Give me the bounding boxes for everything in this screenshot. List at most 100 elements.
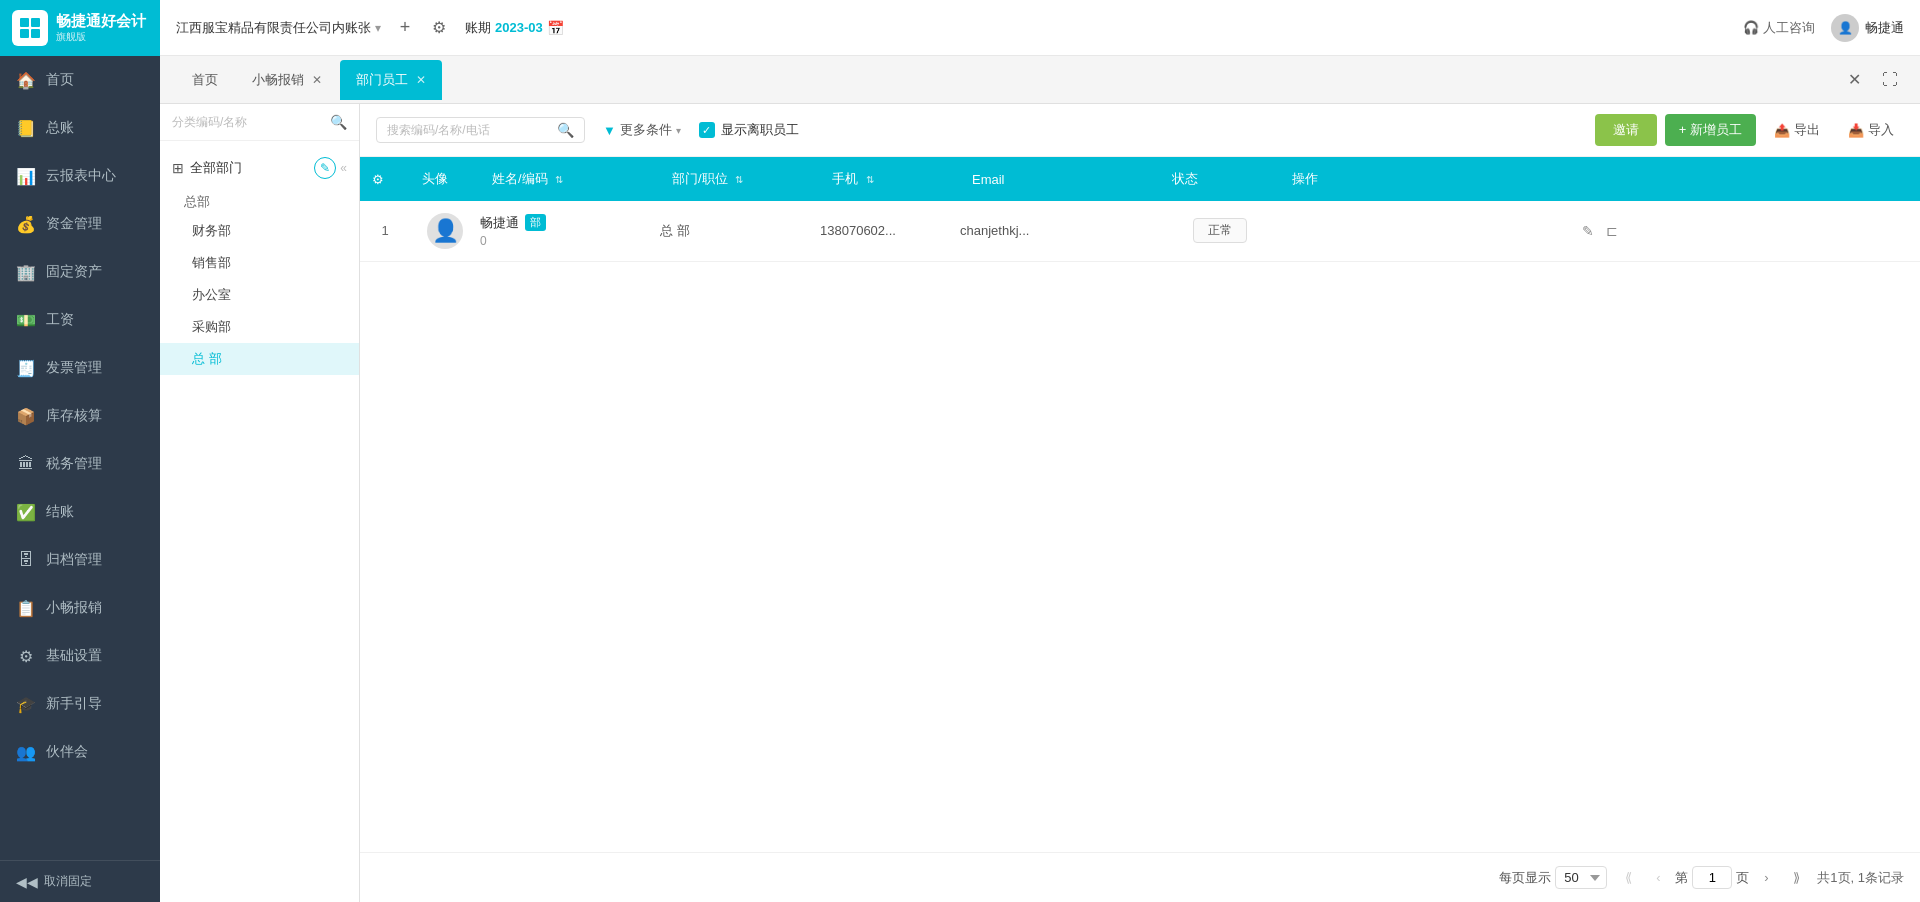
employee-table: ⚙ 头像 姓名/编码 ⇅ 部门/职位 ⇅ xyxy=(360,157,1920,262)
help-button[interactable]: 🎧 人工咨询 xyxy=(1743,19,1815,37)
cancel-pin-button[interactable]: ◀◀ 取消固定 xyxy=(16,873,144,890)
col-dept[interactable]: 部门/职位 ⇅ xyxy=(660,157,820,201)
avatar-person-icon: 👤 xyxy=(432,218,459,244)
tab-dept-close[interactable]: ✕ xyxy=(416,73,426,87)
calendar-icon[interactable]: 📅 xyxy=(547,20,564,36)
sidebar-item-new-guide[interactable]: 🎓 新手引导 xyxy=(0,680,160,728)
all-dept-item[interactable]: ⊞ 全部部门 ✎ « xyxy=(160,149,359,187)
last-page-button[interactable]: ⟫ xyxy=(1783,865,1809,891)
tab-expense-close[interactable]: ✕ xyxy=(312,73,322,87)
sidebar-item-tax[interactable]: 🏛 税务管理 xyxy=(0,440,160,488)
xiaochangbao-icon: 📋 xyxy=(16,598,36,618)
svg-rect-1 xyxy=(31,18,40,27)
sidebar-item-home[interactable]: 🏠 首页 xyxy=(0,56,160,104)
import-button[interactable]: 📥 导入 xyxy=(1838,115,1904,145)
col-name[interactable]: 姓名/编码 ⇅ xyxy=(480,157,660,201)
tab-dept-employee[interactable]: 部门员工 ✕ xyxy=(340,60,442,100)
invite-button[interactable]: 邀请 xyxy=(1595,114,1657,146)
sidebar-label-archive: 归档管理 xyxy=(46,551,102,569)
col-phone[interactable]: 手机 ⇅ xyxy=(820,157,960,201)
sidebar-item-capital[interactable]: 💰 资金管理 xyxy=(0,200,160,248)
sidebar-item-partners[interactable]: 👥 伙伴会 xyxy=(0,728,160,776)
dept-sort-icon: ⇅ xyxy=(735,174,743,185)
sidebar-item-reports[interactable]: 📊 云报表中心 xyxy=(0,152,160,200)
sidebar-item-fixed-assets[interactable]: 🏢 固定资产 xyxy=(0,248,160,296)
prev-page-button[interactable]: ‹ xyxy=(1645,865,1671,891)
dept-finance-label: 财务部 xyxy=(192,223,231,238)
sidebar-item-checkout[interactable]: ✅ 结账 xyxy=(0,488,160,536)
user-name: 畅捷通 xyxy=(1865,19,1904,37)
sidebar-label-reports: 云报表中心 xyxy=(46,167,116,185)
add-employee-button[interactable]: + 新增员工 xyxy=(1665,114,1756,146)
export-button[interactable]: 📤 导出 xyxy=(1764,115,1830,145)
sidebar-item-basic-settings[interactable]: ⚙ 基础设置 xyxy=(0,632,160,680)
sidebar-footer: ◀◀ 取消固定 xyxy=(0,860,160,902)
resigned-label: 显示离职员工 xyxy=(721,121,799,139)
grid-icon: ⊞ xyxy=(172,160,184,176)
col-email: Email xyxy=(960,157,1160,201)
employee-search-icon[interactable]: 🔍 xyxy=(557,122,574,138)
page-size-area: 每页显示 50 100 200 xyxy=(1499,866,1607,889)
more-filter-button[interactable]: ▼ 更多条件 ▾ xyxy=(593,116,691,144)
row-name-cell: 畅捷通 部 0 xyxy=(480,201,660,261)
tab-bar: 首页 小畅报销 ✕ 部门员工 ✕ ✕ ⛶ xyxy=(160,56,1920,104)
logo-icon xyxy=(12,10,48,46)
first-page-button[interactable]: ⟪ xyxy=(1615,865,1641,891)
page-size-select[interactable]: 50 100 200 xyxy=(1555,866,1607,889)
dept-search-input[interactable] xyxy=(172,115,330,129)
dept-search-area: 🔍 xyxy=(160,104,359,141)
tab-expense[interactable]: 小畅报销 ✕ xyxy=(236,60,338,100)
tax-icon: 🏛 xyxy=(16,454,36,474)
company-name: 江西服宝精品有限责任公司内账张 xyxy=(176,19,371,37)
resigned-checkbox[interactable] xyxy=(699,122,715,138)
tab-close-button[interactable]: ✕ xyxy=(1840,66,1868,94)
user-area[interactable]: 👤 畅捷通 xyxy=(1831,14,1904,42)
table-container: ⚙ 头像 姓名/编码 ⇅ 部门/职位 ⇅ xyxy=(360,157,1920,852)
col-avatar: 头像 xyxy=(410,157,480,201)
help-label: 人工咨询 xyxy=(1763,19,1815,37)
tab-expand-button[interactable]: ⛶ xyxy=(1876,66,1904,94)
next-page-button[interactable]: › xyxy=(1753,865,1779,891)
avatar-icon: 👤 xyxy=(1838,21,1853,35)
edit-employee-button[interactable]: ✎ xyxy=(1582,223,1594,239)
tab-actions: ✕ ⛶ xyxy=(1840,66,1904,94)
dept-item-sales[interactable]: 销售部 xyxy=(160,247,359,279)
show-resigned-toggle[interactable]: 显示离职员工 xyxy=(699,121,799,139)
sidebar-item-archive[interactable]: 🗄 归档管理 xyxy=(0,536,160,584)
sidebar-item-invoices[interactable]: 🧾 发票管理 xyxy=(0,344,160,392)
company-select[interactable]: 江西服宝精品有限责任公司内账张 ▾ xyxy=(176,19,381,37)
home-icon: 🏠 xyxy=(16,70,36,90)
dept-item-general[interactable]: 总 部 xyxy=(160,343,359,375)
employee-search-box: 🔍 xyxy=(376,117,585,143)
page-input[interactable] xyxy=(1692,866,1732,889)
row-dept: 总 部 xyxy=(660,201,820,261)
collapse-tree-icon[interactable]: « xyxy=(340,161,347,175)
dept-office-label: 办公室 xyxy=(192,287,231,302)
sidebar-item-inventory[interactable]: 📦 库存核算 xyxy=(0,392,160,440)
sidebar-item-salary[interactable]: 💵 工资 xyxy=(0,296,160,344)
per-page-label: 每页显示 xyxy=(1499,869,1551,887)
tab-home[interactable]: 首页 xyxy=(176,60,234,100)
dept-item-finance[interactable]: 财务部 xyxy=(160,215,359,247)
sidebar-item-ledger[interactable]: 📒 总账 xyxy=(0,104,160,152)
all-dept-label: 全部部门 xyxy=(190,159,242,177)
edit-dept-icon[interactable]: ✎ xyxy=(314,157,336,179)
checkout-icon: ✅ xyxy=(16,502,36,522)
sidebar: 畅捷通好会计 旗舰版 🏠 首页 📒 总账 📊 云报表中心 💰 资金管理 🏢 固定… xyxy=(0,0,160,902)
exit-employee-button[interactable]: ⊏ xyxy=(1606,223,1618,239)
dept-item-purchase[interactable]: 采购部 xyxy=(160,311,359,343)
name-row: 畅捷通 部 xyxy=(480,214,660,232)
dept-item-office[interactable]: 办公室 xyxy=(160,279,359,311)
col-settings[interactable]: ⚙ xyxy=(360,157,410,201)
dept-search-icon[interactable]: 🔍 xyxy=(330,114,347,130)
settings-button[interactable]: ⚙ xyxy=(425,14,453,42)
employee-name: 畅捷通 xyxy=(480,214,519,232)
sidebar-label-invoices: 发票管理 xyxy=(46,359,102,377)
avatar-circle: 👤 xyxy=(427,213,463,249)
row-actions: ✎ ⊏ xyxy=(1280,201,1920,261)
employee-search-input[interactable] xyxy=(387,123,557,137)
export-icon: 📤 xyxy=(1774,123,1790,138)
add-tab-button[interactable]: + xyxy=(393,16,417,40)
sidebar-item-xiaochangbao[interactable]: 📋 小畅报销 xyxy=(0,584,160,632)
dept-sales-label: 销售部 xyxy=(192,255,231,270)
